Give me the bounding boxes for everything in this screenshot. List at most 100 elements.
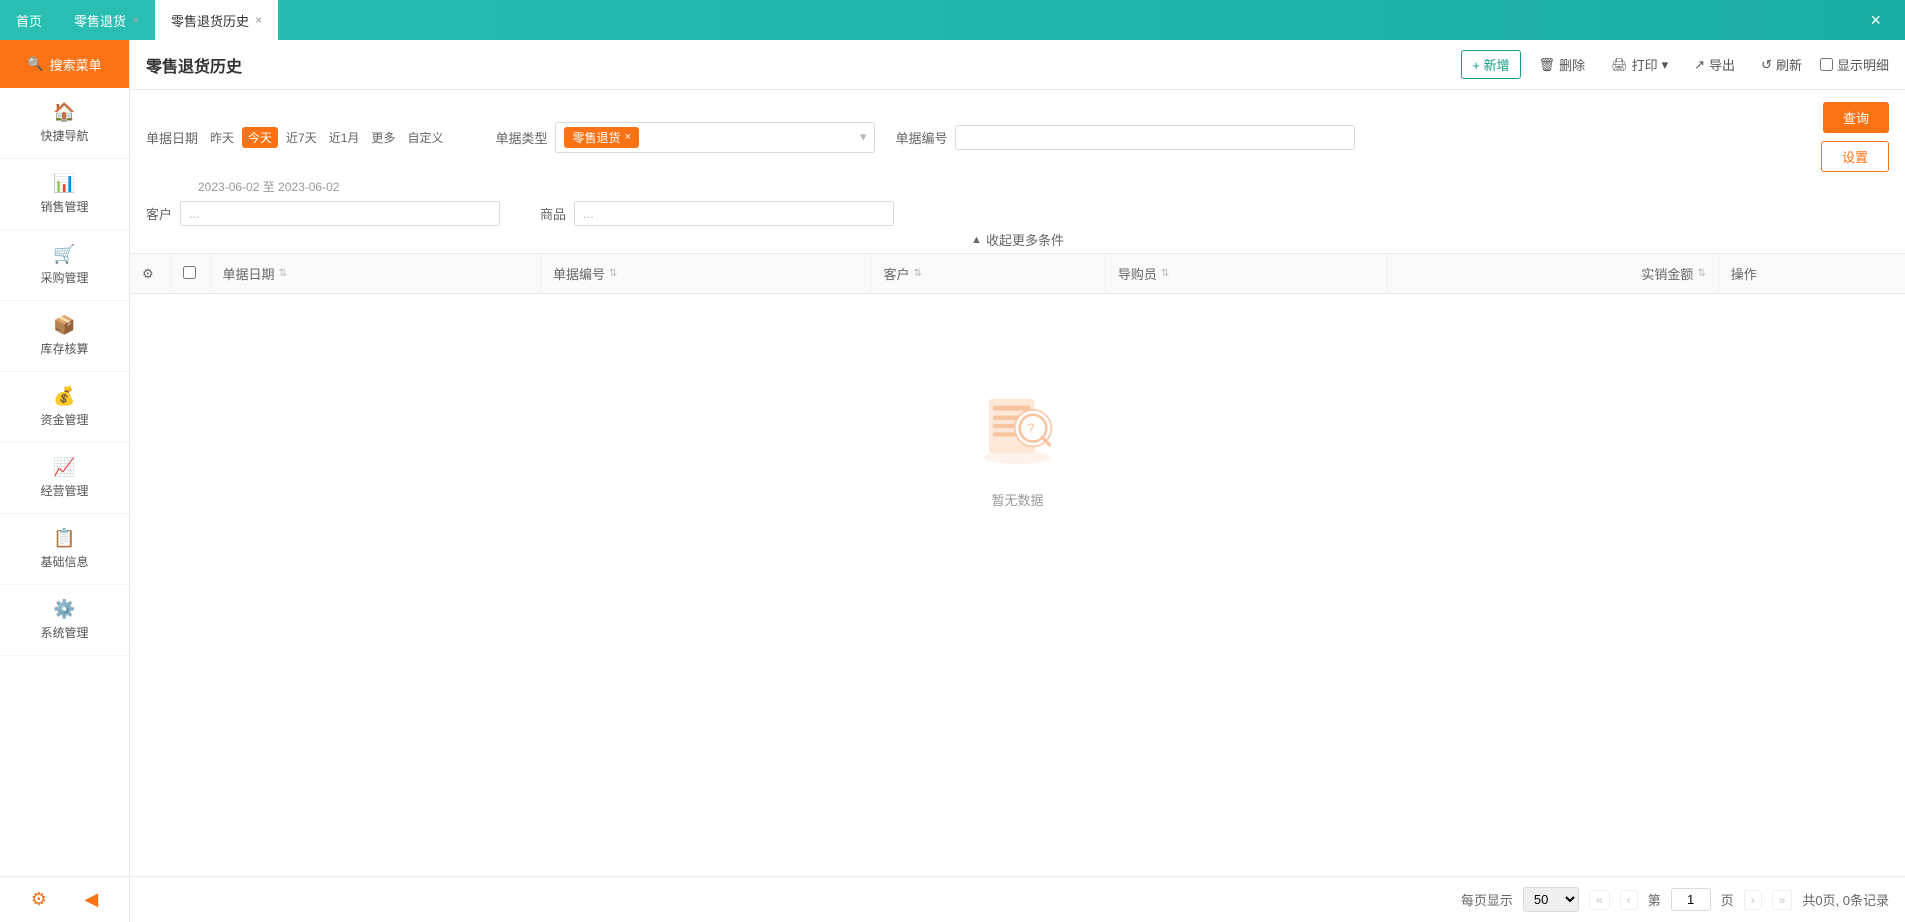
th-doc-date: 单据日期 ⇅	[210, 254, 540, 294]
filter-date-options: 昨天 今天 近7天 近1月 更多 自定义	[206, 127, 447, 148]
export-button[interactable]: ↗ 导出	[1686, 51, 1743, 78]
finance-icon: 💰	[53, 386, 75, 407]
th-doc-date-label: 单据日期	[223, 264, 275, 283]
refresh-button[interactable]: ↺ 刷新	[1753, 51, 1810, 78]
filter-customer-label: 客户	[146, 204, 172, 223]
sidebar-item-system-label: 系统管理	[40, 624, 88, 641]
page-header: 零售退货历史 + 新增 🗑 删除 🖨 打印 ▾ ↗ 导出	[130, 40, 1905, 90]
home-icon: 🏠	[53, 102, 75, 123]
filter-row-2: 客户 ... 商品 ...	[146, 201, 1889, 226]
date-option-1month[interactable]: 近1月	[325, 127, 364, 148]
sidebar-item-inventory-label: 库存核算	[40, 340, 88, 357]
th-guide: 导购员 ⇅	[1105, 254, 1387, 294]
date-option-7days[interactable]: 近7天	[282, 127, 321, 148]
th-doc-num-label: 单据编号	[553, 264, 605, 283]
last-page-button[interactable]: »	[1772, 890, 1793, 910]
setting-button[interactable]: 设置	[1821, 141, 1889, 172]
filter-group-doc-num: 单据编号	[895, 125, 1801, 150]
sidebar-search[interactable]: 🔍 搜索菜单	[0, 40, 129, 88]
settings-gear-icon[interactable]: ⚙	[31, 889, 47, 910]
query-button[interactable]: 查询	[1823, 102, 1889, 133]
first-page-button[interactable]: «	[1589, 890, 1610, 910]
sidebar-item-inventory[interactable]: 📦 库存核算	[0, 301, 129, 372]
window-close-button[interactable]: ×	[1862, 10, 1889, 31]
tab-bar: 首页 零售退货 × 零售退货历史 ×	[0, 0, 1862, 40]
filter-select-arrow: ▾	[860, 129, 867, 145]
purchase-icon: 🛒	[53, 244, 75, 265]
collapse-sidebar-icon[interactable]: ◀	[84, 889, 98, 910]
prev-page-button[interactable]: ‹	[1620, 890, 1638, 910]
th-doc-date-sortable[interactable]: 单据日期 ⇅	[223, 264, 528, 283]
sidebar-item-sales-mgmt[interactable]: 📊 销售管理	[0, 159, 129, 230]
print-label: 打印	[1632, 55, 1658, 74]
th-amount-sortable[interactable]: 实销金额 ⇅	[1400, 264, 1705, 283]
sidebar-search-label: 搜索菜单	[50, 55, 102, 74]
th-guide-sortable[interactable]: 导购员 ⇅	[1118, 264, 1375, 283]
settings-table-icon[interactable]: ⚙	[142, 266, 154, 281]
display-checkbox[interactable]	[1820, 58, 1833, 71]
page-input[interactable]	[1671, 888, 1711, 911]
tab-retail-return-history[interactable]: 零售退货历史 ×	[155, 0, 278, 40]
sidebar-item-finance[interactable]: 💰 资金管理	[0, 372, 129, 443]
filter-doc-num-input[interactable]	[955, 125, 1355, 150]
sidebar-item-quick-nav[interactable]: 🏠 快捷导航	[0, 88, 129, 159]
date-option-yesterday[interactable]: 昨天	[206, 127, 238, 148]
sidebar-item-base-info[interactable]: 📋 基础信息	[0, 514, 129, 585]
filter-goods-select[interactable]: ...	[574, 201, 894, 226]
th-op: 操作	[1718, 254, 1905, 294]
sidebar-bottom: ⚙ ◀	[0, 876, 129, 922]
th-op-label: 操作	[1731, 267, 1757, 282]
new-button-label: + 新增	[1472, 55, 1509, 74]
sort-doc-date-icon: ⇅	[279, 268, 287, 279]
print-button[interactable]: 🖨 打印 ▾	[1603, 51, 1676, 78]
th-customer-sortable[interactable]: 客户 ⇅	[883, 264, 1092, 283]
display-toggle[interactable]: 显示明细	[1820, 55, 1889, 74]
page-size-select[interactable]: 50 10 20 100	[1523, 887, 1579, 912]
th-guide-label: 导购员	[1118, 264, 1157, 283]
collapse-filter-button[interactable]: ▲ 收起更多条件	[971, 230, 1064, 249]
tab-retail-return-close[interactable]: ×	[132, 13, 139, 27]
th-settings[interactable]: ⚙	[130, 254, 170, 294]
filter-group-date: 单据日期 昨天 今天 近7天 近1月 更多 自定义	[146, 127, 455, 148]
sidebar-item-system-mgmt[interactable]: ⚙️ 系统管理	[0, 585, 129, 656]
date-option-more[interactable]: 更多	[367, 127, 399, 148]
empty-state-cell: ? 暂无数据	[130, 294, 1905, 590]
date-option-today[interactable]: 今天	[242, 127, 278, 148]
date-option-custom[interactable]: 自定义	[403, 127, 447, 148]
filter-tag-close[interactable]: ×	[624, 131, 630, 143]
sort-doc-num-icon: ⇅	[609, 268, 617, 279]
customer-placeholder: ...	[189, 206, 200, 221]
main-layout: 🔍 搜索菜单 🏠 快捷导航 📊 销售管理 🛒 采购管理 📦 库存核算 💰 资金管…	[0, 40, 1905, 922]
select-all-checkbox[interactable]	[183, 266, 196, 279]
page-actions: + 新增 🗑 删除 🖨 打印 ▾ ↗ 导出 ↺ 刷新	[1461, 50, 1889, 79]
filter-goods-label: 商品	[540, 204, 566, 223]
pagination-bar: 每页显示 50 10 20 100 « ‹ 第 页 › » 共0页, 0条记录	[130, 876, 1905, 922]
th-customer: 客户 ⇅	[871, 254, 1105, 294]
content-area: 零售退货历史 + 新增 🗑 删除 🖨 打印 ▾ ↗ 导出	[130, 40, 1905, 922]
filter-row-1: 单据日期 昨天 今天 近7天 近1月 更多 自定义 单据类型	[146, 102, 1889, 172]
sidebar-item-operations-label: 经营管理	[40, 482, 88, 499]
sort-guide-icon: ⇅	[1161, 268, 1169, 279]
new-button[interactable]: + 新增	[1461, 50, 1520, 79]
page-title: 零售退货历史	[146, 53, 242, 77]
tab-home[interactable]: 首页	[0, 0, 58, 40]
filter-doc-type-select[interactable]: 零售退货 × ▾	[555, 122, 875, 153]
delete-icon: 🗑	[1539, 57, 1556, 73]
th-customer-label: 客户	[883, 264, 909, 283]
tab-retail-return-history-close[interactable]: ×	[255, 13, 262, 27]
tab-retail-return[interactable]: 零售退货 ×	[58, 0, 155, 40]
goods-placeholder: ...	[583, 206, 594, 221]
sidebar-item-purchase-mgmt[interactable]: 🛒 采购管理	[0, 230, 129, 301]
sidebar-item-operations[interactable]: 📈 经营管理	[0, 443, 129, 514]
sidebar-item-base-info-label: 基础信息	[40, 553, 88, 570]
filter-customer-select[interactable]: ...	[180, 201, 500, 226]
th-checkbox	[170, 254, 210, 294]
delete-button[interactable]: 🗑 删除	[1531, 51, 1594, 78]
tab-retail-return-history-label: 零售退货历史	[171, 11, 249, 30]
sidebar-item-finance-label: 资金管理	[40, 411, 88, 428]
th-doc-num-sortable[interactable]: 单据编号 ⇅	[553, 264, 858, 283]
empty-text: 暂无数据	[991, 490, 1043, 509]
next-page-button[interactable]: ›	[1744, 890, 1762, 910]
filter-section: 单据日期 昨天 今天 近7天 近1月 更多 自定义 单据类型	[130, 90, 1905, 254]
display-toggle-label: 显示明细	[1837, 55, 1889, 74]
